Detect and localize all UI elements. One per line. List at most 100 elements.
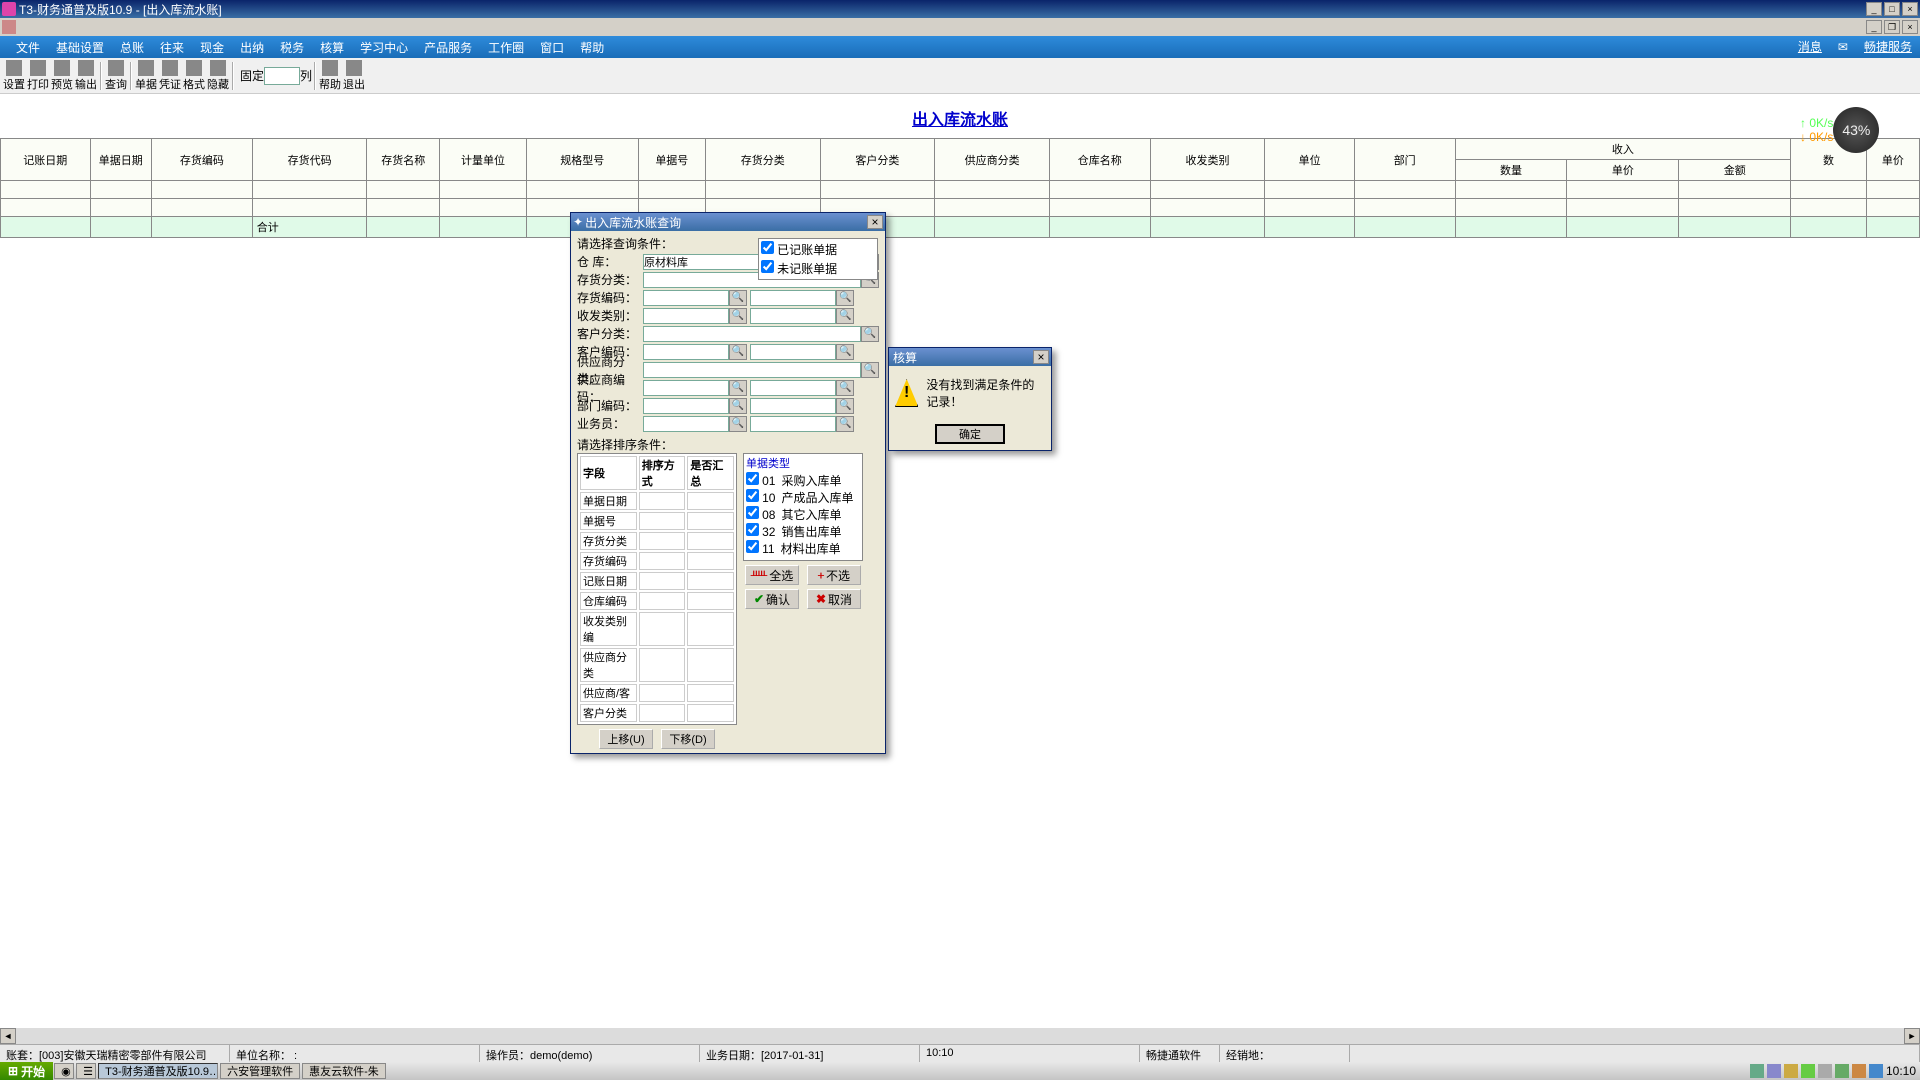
vendclass-lookup[interactable]: 🔍 [861, 362, 879, 378]
col-invcode[interactable]: 存货编码 [152, 139, 253, 181]
col-in-amount[interactable]: 金额 [1679, 160, 1791, 181]
rdtype-to-input[interactable] [750, 308, 836, 324]
invcode-from-input[interactable] [643, 290, 729, 306]
col-invname[interactable]: 存货名称 [367, 139, 440, 181]
query-dialog-close[interactable]: × [867, 215, 883, 229]
custcode-from-input[interactable] [643, 344, 729, 360]
col-in-qty[interactable]: 数量 [1455, 160, 1567, 181]
start-button[interactable]: ⊞ 开始 [0, 1062, 53, 1080]
type-10-checkbox[interactable] [746, 489, 759, 502]
menu-basic[interactable]: 基础设置 [48, 37, 112, 58]
taskbar-item-liuan[interactable]: 六安管理软件 [220, 1063, 300, 1079]
taskbar-item-2[interactable]: ☰ [76, 1063, 96, 1079]
col-invid[interactable]: 存货代码 [252, 139, 367, 181]
col-spec[interactable]: 规格型号 [526, 139, 638, 181]
custcode-from-lookup[interactable]: 🔍 [729, 344, 747, 360]
menu-cost[interactable]: 核算 [312, 37, 352, 58]
vendcode-to-lookup[interactable]: 🔍 [836, 380, 854, 396]
deptcode-from-lookup[interactable]: 🔍 [729, 398, 747, 414]
custcode-to-lookup[interactable]: 🔍 [836, 344, 854, 360]
alert-ok-button[interactable]: 确定 [935, 424, 1005, 444]
menu-tax[interactable]: 税务 [272, 37, 312, 58]
deptcode-to-input[interactable] [750, 398, 836, 414]
tray-icon-8[interactable] [1869, 1064, 1883, 1078]
mail-icon[interactable]: ✉ [1830, 38, 1856, 56]
menu-learn[interactable]: 学习中心 [352, 37, 416, 58]
table-row[interactable] [1, 199, 1920, 217]
operator-to-input[interactable] [750, 416, 836, 432]
menu-cashier[interactable]: 出纳 [232, 37, 272, 58]
tool-voucher[interactable]: 单据 [134, 59, 158, 93]
col-custclass[interactable]: 客户分类 [820, 139, 935, 181]
rdtype-to-lookup[interactable]: 🔍 [836, 308, 854, 324]
horizontal-scrollbar[interactable]: ◄ ► [0, 1028, 1920, 1044]
menu-gl[interactable]: 总账 [112, 37, 152, 58]
col-warehouse[interactable]: 仓库名称 [1049, 139, 1150, 181]
tray-icon-7[interactable] [1852, 1064, 1866, 1078]
menu-product[interactable]: 产品服务 [416, 37, 480, 58]
taskbar-item-t3[interactable]: T3-财务通普及版10.9… [98, 1063, 218, 1079]
move-down-button[interactable]: 下移(D) [661, 729, 715, 749]
link-service[interactable]: 畅捷服务 [1864, 38, 1912, 56]
tool-help[interactable]: 帮助 [318, 59, 342, 93]
vendcode-to-input[interactable] [750, 380, 836, 396]
select-none-button[interactable]: ᚐ 不选 [807, 565, 861, 585]
type-08-checkbox[interactable] [746, 506, 759, 519]
menu-help[interactable]: 帮助 [572, 37, 612, 58]
custclass-lookup[interactable]: 🔍 [861, 326, 879, 342]
fixed-cols-input[interactable] [264, 67, 300, 85]
cancel-button[interactable]: ✖ 取消 [807, 589, 861, 609]
query-dialog-title[interactable]: ✦ 出入库流水账查询 × [571, 213, 885, 231]
report-title-link[interactable]: 出入库流水账 [912, 112, 1008, 129]
custclass-input[interactable] [643, 326, 861, 342]
type-01-checkbox[interactable] [746, 472, 759, 485]
tool-preview[interactable]: 预览 [50, 59, 74, 93]
select-all-button[interactable]: ᚊ 全选 [745, 565, 799, 585]
menu-cash[interactable]: 现金 [192, 37, 232, 58]
child-close-button[interactable]: × [1902, 20, 1918, 34]
voucher-type-list[interactable]: 单据类型 01 采购入库单 10 产成品入库单 08 其它入库单 32 销售出库… [743, 453, 863, 561]
tool-query[interactable]: 查询 [104, 59, 128, 93]
child-minimize-button[interactable]: _ [1866, 20, 1882, 34]
alert-close-button[interactable]: × [1033, 350, 1049, 364]
col-postdate[interactable]: 记账日期 [1, 139, 91, 181]
col-in-price[interactable]: 单价 [1567, 160, 1679, 181]
deptcode-to-lookup[interactable]: 🔍 [836, 398, 854, 414]
menu-window[interactable]: 窗口 [532, 37, 572, 58]
minimize-button[interactable]: _ [1866, 2, 1882, 16]
colgroup-in[interactable]: 收入 [1455, 139, 1791, 160]
scroll-right-button[interactable]: ► [1904, 1028, 1920, 1044]
move-up-button[interactable]: 上移(U) [599, 729, 653, 749]
type-11-checkbox[interactable] [746, 540, 759, 553]
link-messages[interactable]: 消息 [1798, 38, 1822, 56]
invcode-to-input[interactable] [750, 290, 836, 306]
col-rdtype[interactable]: 收发类别 [1150, 139, 1265, 181]
tool-exit[interactable]: 退出 [342, 59, 366, 93]
taskbar-item-1[interactable]: ◉ [54, 1063, 74, 1079]
tray-icon-6[interactable] [1835, 1064, 1849, 1078]
rdtype-from-lookup[interactable]: 🔍 [729, 308, 747, 324]
col-docdate[interactable]: 单据日期 [90, 139, 152, 181]
col-unit[interactable]: 计量单位 [440, 139, 527, 181]
close-button[interactable]: × [1902, 2, 1918, 16]
tool-settings[interactable]: 设置 [2, 59, 26, 93]
col-company[interactable]: 单位 [1265, 139, 1355, 181]
tray-icon-1[interactable] [1750, 1064, 1764, 1078]
tray-icon-5[interactable] [1818, 1064, 1832, 1078]
invcode-to-lookup[interactable]: 🔍 [836, 290, 854, 306]
operator-to-lookup[interactable]: 🔍 [836, 416, 854, 432]
taskbar-item-huiyou[interactable]: 惠友云软件-朱 [302, 1063, 386, 1079]
invcode-from-lookup[interactable]: 🔍 [729, 290, 747, 306]
posted-checkbox[interactable] [761, 241, 774, 254]
tool-format[interactable]: 格式 [182, 59, 206, 93]
menu-workcircle[interactable]: 工作圈 [480, 37, 532, 58]
tool-output[interactable]: 输出 [74, 59, 98, 93]
tray-icon-2[interactable] [1767, 1064, 1781, 1078]
vendclass-input[interactable] [643, 362, 861, 378]
col-dept[interactable]: 部门 [1354, 139, 1455, 181]
deptcode-from-input[interactable] [643, 398, 729, 414]
menu-ar[interactable]: 往来 [152, 37, 192, 58]
child-restore-button[interactable]: ❐ [1884, 20, 1900, 34]
rdtype-from-input[interactable] [643, 308, 729, 324]
sort-table[interactable]: 字段排序方式是否汇总 单据日期 单据号 存货分类 存货编码 记账日期 仓库编码 … [577, 453, 737, 725]
